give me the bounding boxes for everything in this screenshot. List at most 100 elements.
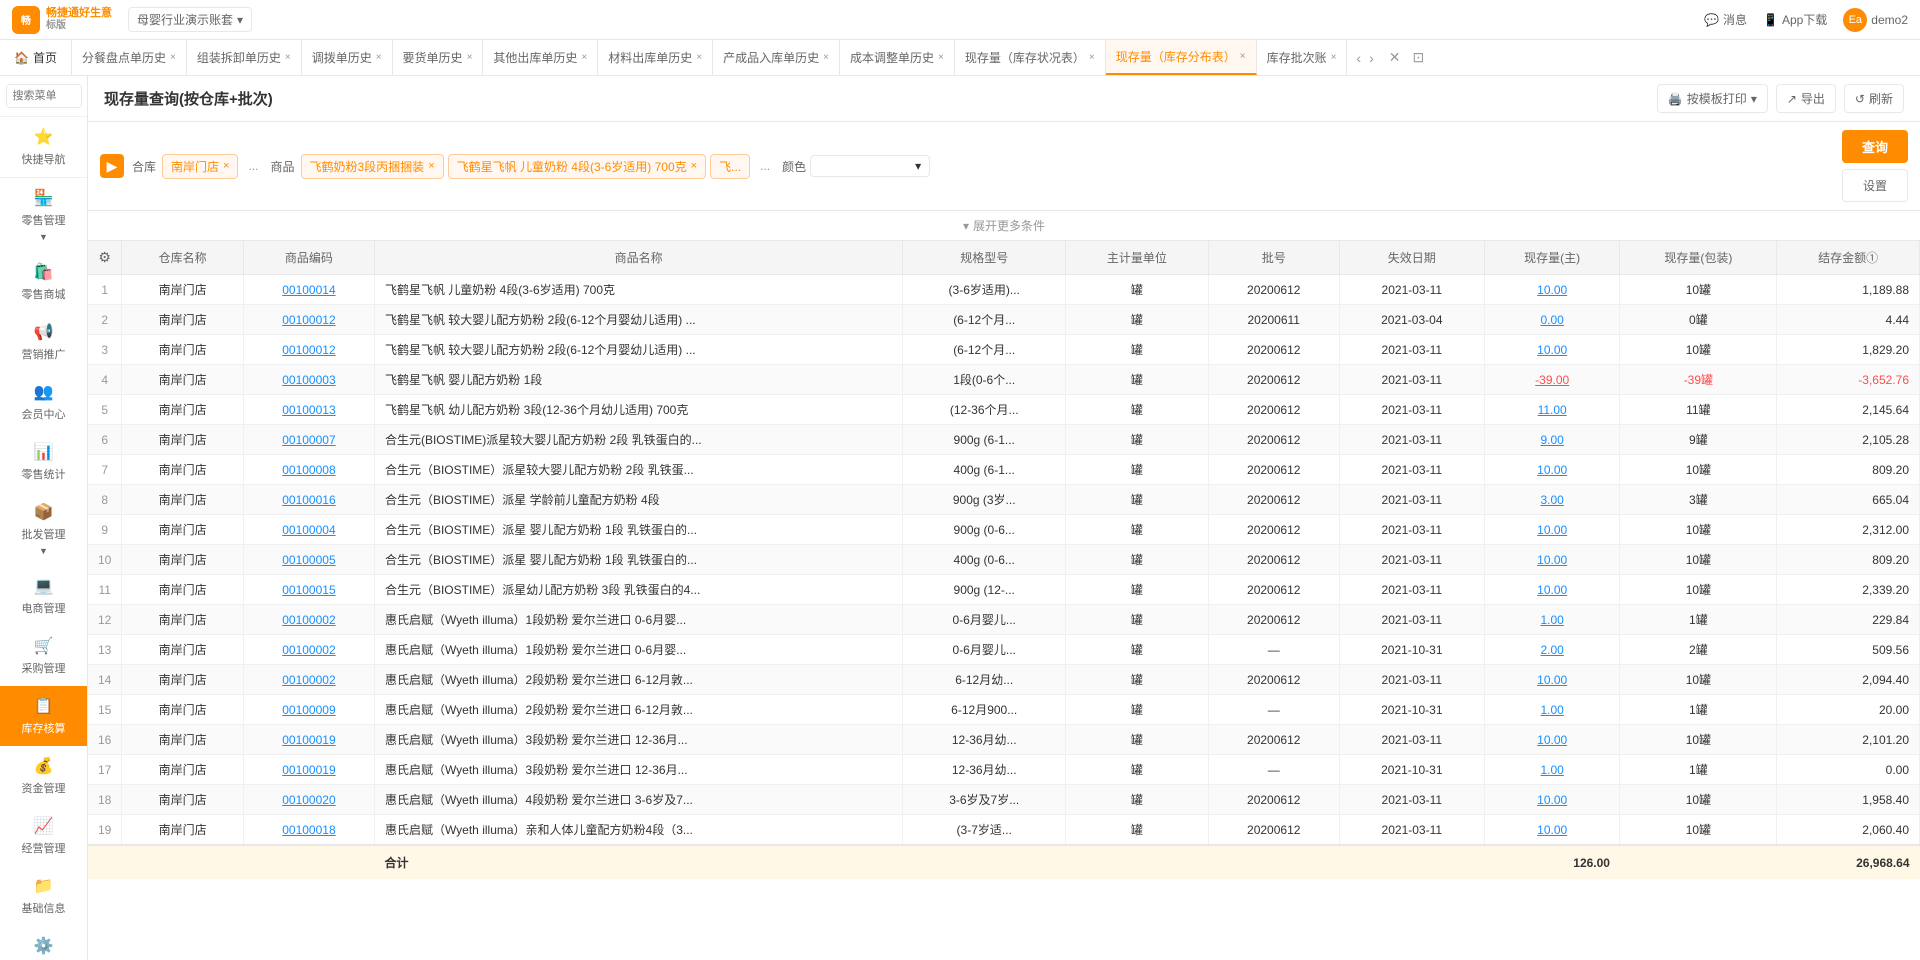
tab-kucun-pici-close[interactable]: ×	[1331, 52, 1337, 63]
warehouse-filter-ellipsis[interactable]: ...	[244, 159, 262, 173]
sidebar-item-retail-mgmt[interactable]: 🏪 零售管理 ▼	[0, 178, 87, 252]
sidebar-item-quick-nav[interactable]: ⭐ 快捷导航	[0, 117, 87, 177]
product-tag-1-remove[interactable]: ×	[691, 160, 697, 172]
tab-xianzailiang-fenbiao-close[interactable]: ×	[1240, 51, 1246, 62]
sidebar-item-finance-mgmt[interactable]: 💰 资金管理	[0, 746, 87, 806]
tab-chengben-history[interactable]: 成本调整单历史 ×	[840, 40, 955, 75]
tab-close-all[interactable]: ✕	[1383, 40, 1407, 75]
nav-tabs: 🏠 首页 分餐盘点单历史 × 组装拆卸单历史 × 调拨单历史 × 要货单历史 ×…	[0, 40, 1920, 76]
cell-expire: 2021-03-11	[1339, 515, 1484, 545]
tab-scroll-left[interactable]: ‹	[1353, 50, 1364, 66]
tab-chancheng-history[interactable]: 产成品入库单历史 ×	[713, 40, 840, 75]
maximize-icon: ⊡	[1413, 49, 1425, 66]
cell-amount: -3,652.76	[1777, 365, 1920, 395]
cell-code: 00100015	[243, 575, 374, 605]
footer-empty-7	[1339, 845, 1484, 879]
cell-amount: 509.56	[1777, 635, 1920, 665]
footer-empty-5	[1066, 845, 1209, 879]
expand-conditions-button[interactable]: ▾ 展开更多条件	[963, 217, 1045, 234]
cell-warehouse: 南岸门店	[122, 335, 244, 365]
sidebar-item-member-center[interactable]: 👥 会员中心	[0, 372, 87, 432]
tab-home[interactable]: 🏠 首页	[0, 40, 72, 75]
cell-unit: 罐	[1066, 545, 1209, 575]
cell-warehouse: 南岸门店	[122, 575, 244, 605]
warehouse-filter: 合库 南岸门店 × ...	[132, 154, 262, 179]
cell-code: 00100002	[243, 635, 374, 665]
page-header: 现存量查询(按仓库+批次) 🖨️ 按模板打印 ▾ ↗ 导出 ↺ 刷新	[88, 76, 1920, 122]
settings-icon[interactable]: ⚙	[98, 249, 111, 265]
tab-qita-close[interactable]: ×	[581, 52, 587, 63]
footer-empty-2	[122, 845, 244, 879]
cell-expire: 2021-10-31	[1339, 635, 1484, 665]
cell-name: 惠氏启赋（Wyeth illuma）2段奶粉 爱尔兰进口 6-12月敦...	[374, 695, 902, 725]
sidebar-item-basic-info[interactable]: 📁 基础信息	[0, 866, 87, 926]
cell-amount: 2,094.40	[1777, 665, 1920, 695]
filter-expand-button[interactable]: ▶	[100, 154, 124, 178]
template-print-button[interactable]: 🖨️ 按模板打印 ▾	[1657, 84, 1768, 113]
sidebar-item-operations-mgmt[interactable]: 📈 经营管理	[0, 806, 87, 866]
tab-chengben-close[interactable]: ×	[938, 52, 944, 63]
user-avatar[interactable]: Ea demo2	[1843, 8, 1908, 32]
tab-zuche-close[interactable]: ×	[285, 52, 291, 63]
ecommerce-mgmt-icon: 💻	[34, 576, 54, 596]
tab-yaohuo-close[interactable]: ×	[467, 52, 473, 63]
tab-fenpi-label: 分餐盘点单历史	[82, 49, 166, 66]
sidebar-item-retail-mall[interactable]: 🛍️ 零售商城	[0, 252, 87, 312]
tab-cailiao-history[interactable]: 材料出库单历史 ×	[598, 40, 713, 75]
warehouse-filter-tag[interactable]: 南岸门店 ×	[162, 154, 238, 179]
sidebar-item-retail-stats[interactable]: 📊 零售统计	[0, 432, 87, 492]
message-action[interactable]: 💬 消息	[1704, 11, 1747, 28]
sidebar-item-wholesale-mgmt[interactable]: 📦 批发管理 ▼	[0, 492, 87, 566]
tab-scroll-right[interactable]: ›	[1366, 50, 1377, 66]
settings-button[interactable]: 设置	[1842, 169, 1908, 202]
marketing-icon: 📢	[34, 322, 54, 342]
product-tag-1[interactable]: 飞鹤星飞帆 儿童奶粉 4段(3-6岁适用) 700克 ×	[448, 154, 706, 179]
cell-no: 10	[88, 545, 122, 575]
tab-xianzailiang-fenbiao[interactable]: 现存量（库存分布表） ×	[1106, 40, 1257, 75]
inventory-check-icon: 📋	[34, 696, 54, 716]
cell-amount: 2,339.20	[1777, 575, 1920, 605]
tab-qita-chuku-history[interactable]: 其他出库单历史 ×	[483, 40, 598, 75]
product-tag-0[interactable]: 飞鹤奶粉3段丙捆捆装 ×	[301, 154, 444, 179]
cell-warehouse: 南岸门店	[122, 725, 244, 755]
export-button[interactable]: ↗ 导出	[1776, 84, 1836, 113]
tab-tiaopai-history[interactable]: 调拨单历史 ×	[302, 40, 393, 75]
query-button[interactable]: 查询	[1842, 130, 1908, 163]
page-actions: 🖨️ 按模板打印 ▾ ↗ 导出 ↺ 刷新	[1657, 84, 1904, 113]
refresh-button[interactable]: ↺ 刷新	[1844, 84, 1904, 113]
sidebar-item-finance-mgmt-label: 资金管理	[22, 780, 66, 796]
cell-qty-pkg: 10罐	[1620, 785, 1777, 815]
tab-maximize[interactable]: ⊡	[1407, 40, 1431, 75]
tab-cailiao-close[interactable]: ×	[696, 52, 702, 63]
product-tag-2[interactable]: 飞...	[710, 154, 750, 179]
cell-no: 13	[88, 635, 122, 665]
tab-chancheng-close[interactable]: ×	[823, 52, 829, 63]
retail-mgmt-arrow: ▼	[39, 232, 48, 242]
table-row: 19 南岸门店 00100018 惠氏启赋（Wyeth illuma）亲和人体儿…	[88, 815, 1920, 846]
tab-kucun-pici[interactable]: 库存批次账 ×	[1257, 40, 1348, 75]
tab-tiaopai-close[interactable]: ×	[376, 52, 382, 63]
search-input[interactable]	[6, 84, 82, 108]
tab-xianzailiang-kuancang-close[interactable]: ×	[1089, 52, 1095, 63]
sidebar-item-system-mgmt[interactable]: ⚙️ 系统管理	[0, 926, 87, 960]
sidebar-item-purchase-mgmt[interactable]: 🛒 采购管理	[0, 626, 87, 686]
table-row: 12 南岸门店 00100002 惠氏启赋（Wyeth illuma）1段奶粉 …	[88, 605, 1920, 635]
tab-xianzailiang-kuancang[interactable]: 现存量（库存状况表） ×	[955, 40, 1106, 75]
app-download-action[interactable]: 📱 App下载	[1763, 11, 1827, 28]
tab-fenpi-history[interactable]: 分餐盘点单历史 ×	[72, 40, 187, 75]
tab-yaohuo-history[interactable]: 要货单历史 ×	[393, 40, 484, 75]
sidebar-item-basic-info-label: 基础信息	[22, 900, 66, 916]
product-tag-0-remove[interactable]: ×	[428, 160, 434, 172]
sidebar: ⭐ 快捷导航 🏪 零售管理 ▼ 🛍️ 零售商城 📢 营销推广 👥 会员中心	[0, 76, 88, 960]
color-filter-select[interactable]: ▾	[810, 155, 930, 177]
tab-fenpi-close[interactable]: ×	[170, 52, 176, 63]
sidebar-item-ecommerce-mgmt[interactable]: 💻 电商管理	[0, 566, 87, 626]
industry-selector[interactable]: 母婴行业演示账套 ▾	[128, 7, 252, 32]
cell-no: 11	[88, 575, 122, 605]
sidebar-item-marketing[interactable]: 📢 营销推广	[0, 312, 87, 372]
tab-zuche-history[interactable]: 组装拆卸单历史 ×	[187, 40, 302, 75]
cell-no: 5	[88, 395, 122, 425]
sidebar-item-inventory-check[interactable]: 📋 库存核算	[0, 686, 87, 746]
warehouse-tag-remove[interactable]: ×	[223, 160, 229, 172]
product-filter-ellipsis[interactable]: ...	[756, 159, 774, 173]
